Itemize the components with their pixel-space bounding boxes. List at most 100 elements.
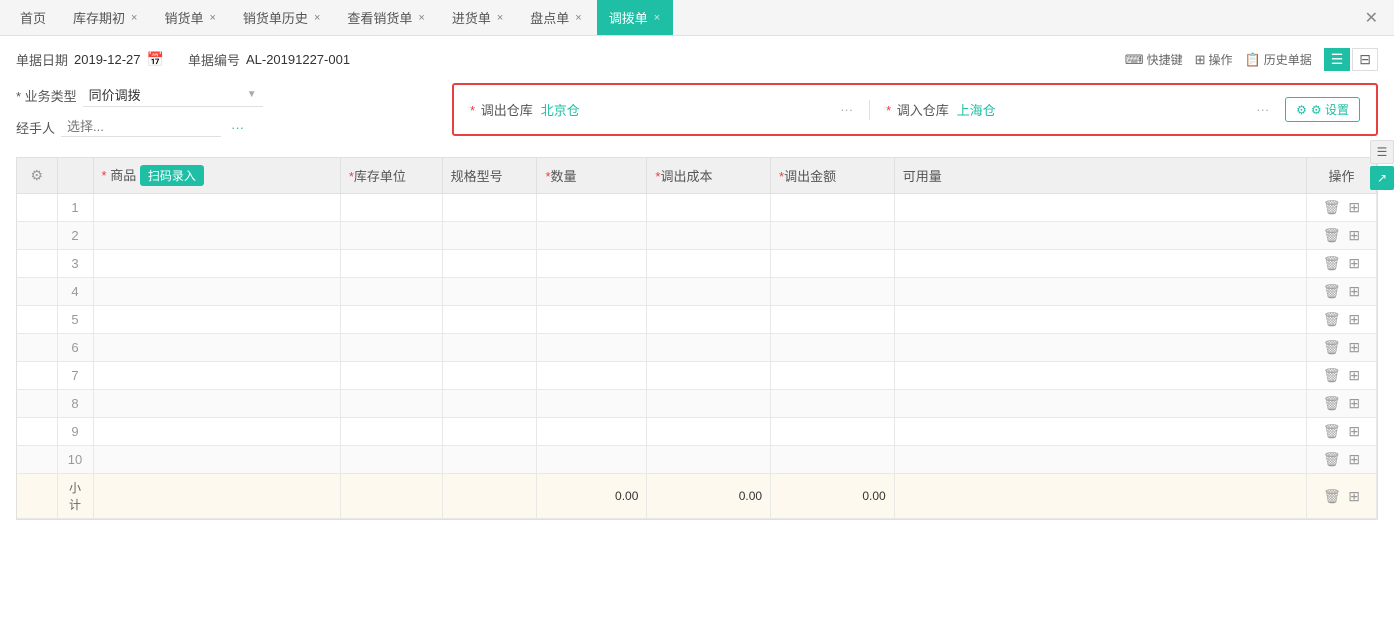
row-amount-cell[interactable] — [771, 446, 895, 474]
tab-transfer-close[interactable]: × — [654, 12, 660, 24]
row-amount-cell[interactable] — [771, 418, 895, 446]
row-spec-cell — [442, 446, 537, 474]
row-qty-cell[interactable] — [537, 418, 647, 446]
row-amount-cell[interactable] — [771, 250, 895, 278]
target-warehouse-more[interactable]: ··· — [1256, 102, 1269, 117]
tab-purchase-order-close[interactable]: × — [497, 12, 503, 24]
row-delete-icon[interactable]: 🗑 — [1323, 367, 1341, 383]
tab-home[interactable]: 首页 — [8, 0, 59, 35]
business-type-select[interactable]: 同价调拨 ▼ — [83, 83, 263, 107]
row-cost-cell[interactable] — [647, 194, 771, 222]
row-product-cell[interactable] — [93, 194, 340, 222]
row-amount-cell[interactable] — [771, 362, 895, 390]
tab-sales-order-close[interactable]: × — [209, 12, 215, 24]
tab-inventory-init[interactable]: 库存期初 × — [61, 0, 150, 35]
row-amount-cell[interactable] — [771, 334, 895, 362]
row-cost-cell[interactable] — [647, 390, 771, 418]
row-delete-icon[interactable]: 🗑 — [1323, 283, 1341, 299]
handler-input[interactable] — [61, 117, 221, 137]
row-delete-icon[interactable]: 🗑 — [1323, 395, 1341, 411]
row-qty-cell[interactable] — [537, 446, 647, 474]
row-delete-icon[interactable]: 🗑 — [1323, 311, 1341, 327]
row-copy-icon[interactable]: ⊞ — [1348, 367, 1360, 383]
table-row: 9 🗑 ⊞ — [17, 418, 1377, 446]
row-copy-icon[interactable]: ⊞ — [1348, 199, 1360, 215]
row-copy-icon[interactable]: ⊞ — [1348, 311, 1360, 327]
row-amount-cell[interactable] — [771, 306, 895, 334]
source-warehouse-value[interactable]: 北京仓 — [541, 100, 580, 119]
view-grid-button[interactable]: ⊟ — [1352, 48, 1378, 71]
row-product-cell[interactable] — [93, 418, 340, 446]
calendar-icon[interactable]: 📅 — [147, 51, 164, 68]
row-product-cell[interactable] — [93, 446, 340, 474]
settings-button[interactable]: ⚙ ⚙ 设置 — [1285, 97, 1360, 122]
row-copy-icon[interactable]: ⊞ — [1348, 339, 1360, 355]
row-delete-icon[interactable]: 🗑 — [1323, 255, 1341, 271]
row-product-cell[interactable] — [93, 250, 340, 278]
row-delete-icon[interactable]: 🗑 — [1323, 227, 1341, 243]
row-delete-icon[interactable]: 🗑 — [1323, 488, 1341, 504]
tab-view-sales-label: 查看销货单 — [347, 8, 412, 27]
row-amount-cell[interactable] — [771, 278, 895, 306]
row-product-cell[interactable] — [93, 334, 340, 362]
history-button[interactable]: 📋 历史单据 — [1245, 51, 1312, 68]
shortcut-button[interactable]: ⌨ 快捷键 — [1125, 51, 1183, 68]
table-gear-icon[interactable]: ⚙ — [30, 167, 43, 183]
row-cost-cell[interactable] — [647, 250, 771, 278]
row-qty-cell[interactable] — [537, 278, 647, 306]
row-qty-cell[interactable] — [537, 390, 647, 418]
warehouse-divider — [869, 100, 870, 120]
row-amount-cell[interactable] — [771, 390, 895, 418]
row-product-cell[interactable] — [93, 278, 340, 306]
operation-button[interactable]: ⊞ 操作 — [1195, 51, 1233, 68]
row-cost-cell[interactable] — [647, 418, 771, 446]
tab-view-sales[interactable]: 查看销货单 × — [335, 0, 437, 35]
row-delete-icon[interactable]: 🗑 — [1323, 423, 1341, 439]
row-product-cell[interactable] — [93, 390, 340, 418]
row-copy-icon[interactable]: ⊞ — [1348, 283, 1360, 299]
tab-inventory-init-close[interactable]: × — [131, 12, 137, 24]
scan-button[interactable]: 扫码录入 — [140, 165, 204, 186]
tab-view-sales-close[interactable]: × — [418, 12, 424, 24]
row-cost-cell[interactable] — [647, 446, 771, 474]
tab-sales-history[interactable]: 销货单历史 × — [231, 0, 333, 35]
row-copy-icon[interactable]: ⊞ — [1348, 255, 1360, 271]
row-delete-icon[interactable]: 🗑 — [1323, 451, 1341, 467]
row-qty-cell[interactable] — [537, 362, 647, 390]
row-cost-cell[interactable] — [647, 222, 771, 250]
row-product-cell[interactable] — [93, 306, 340, 334]
row-cost-cell[interactable] — [647, 334, 771, 362]
row-copy-icon[interactable]: ⊞ — [1348, 423, 1360, 439]
row-cost-cell[interactable] — [647, 278, 771, 306]
tab-sales-history-close[interactable]: × — [314, 12, 320, 24]
row-product-cell[interactable] — [93, 222, 340, 250]
tab-sales-order[interactable]: 销货单 × — [152, 0, 228, 35]
row-qty-cell[interactable] — [537, 222, 647, 250]
target-warehouse-value[interactable]: 上海仓 — [957, 100, 996, 119]
handler-more-icon[interactable]: ··· — [231, 120, 244, 135]
row-qty-cell[interactable] — [537, 306, 647, 334]
right-panel-list-icon[interactable]: ☰ — [1370, 140, 1394, 164]
row-copy-icon[interactable]: ⊞ — [1348, 488, 1360, 504]
window-close-icon[interactable]: ✕ — [1357, 8, 1386, 28]
tab-inventory-check[interactable]: 盘点单 × — [518, 0, 594, 35]
row-delete-icon[interactable]: 🗑 — [1323, 199, 1341, 215]
tab-transfer[interactable]: 调拨单 × — [597, 0, 673, 35]
view-list-button[interactable]: ☰ — [1324, 48, 1351, 71]
tab-purchase-order[interactable]: 进货单 × — [440, 0, 516, 35]
row-qty-cell[interactable] — [537, 334, 647, 362]
row-delete-icon[interactable]: 🗑 — [1323, 339, 1341, 355]
tab-inventory-check-close[interactable]: × — [575, 12, 581, 24]
row-copy-icon[interactable]: ⊞ — [1348, 451, 1360, 467]
row-copy-icon[interactable]: ⊞ — [1348, 395, 1360, 411]
row-amount-cell[interactable] — [771, 222, 895, 250]
source-warehouse-more[interactable]: ··· — [840, 102, 853, 117]
row-cost-cell[interactable] — [647, 306, 771, 334]
row-amount-cell[interactable] — [771, 194, 895, 222]
row-cost-cell[interactable] — [647, 362, 771, 390]
row-qty-cell[interactable] — [537, 250, 647, 278]
right-panel-export-icon[interactable]: ↗ — [1370, 166, 1394, 190]
row-product-cell[interactable] — [93, 362, 340, 390]
row-copy-icon[interactable]: ⊞ — [1348, 227, 1360, 243]
row-qty-cell[interactable] — [537, 194, 647, 222]
